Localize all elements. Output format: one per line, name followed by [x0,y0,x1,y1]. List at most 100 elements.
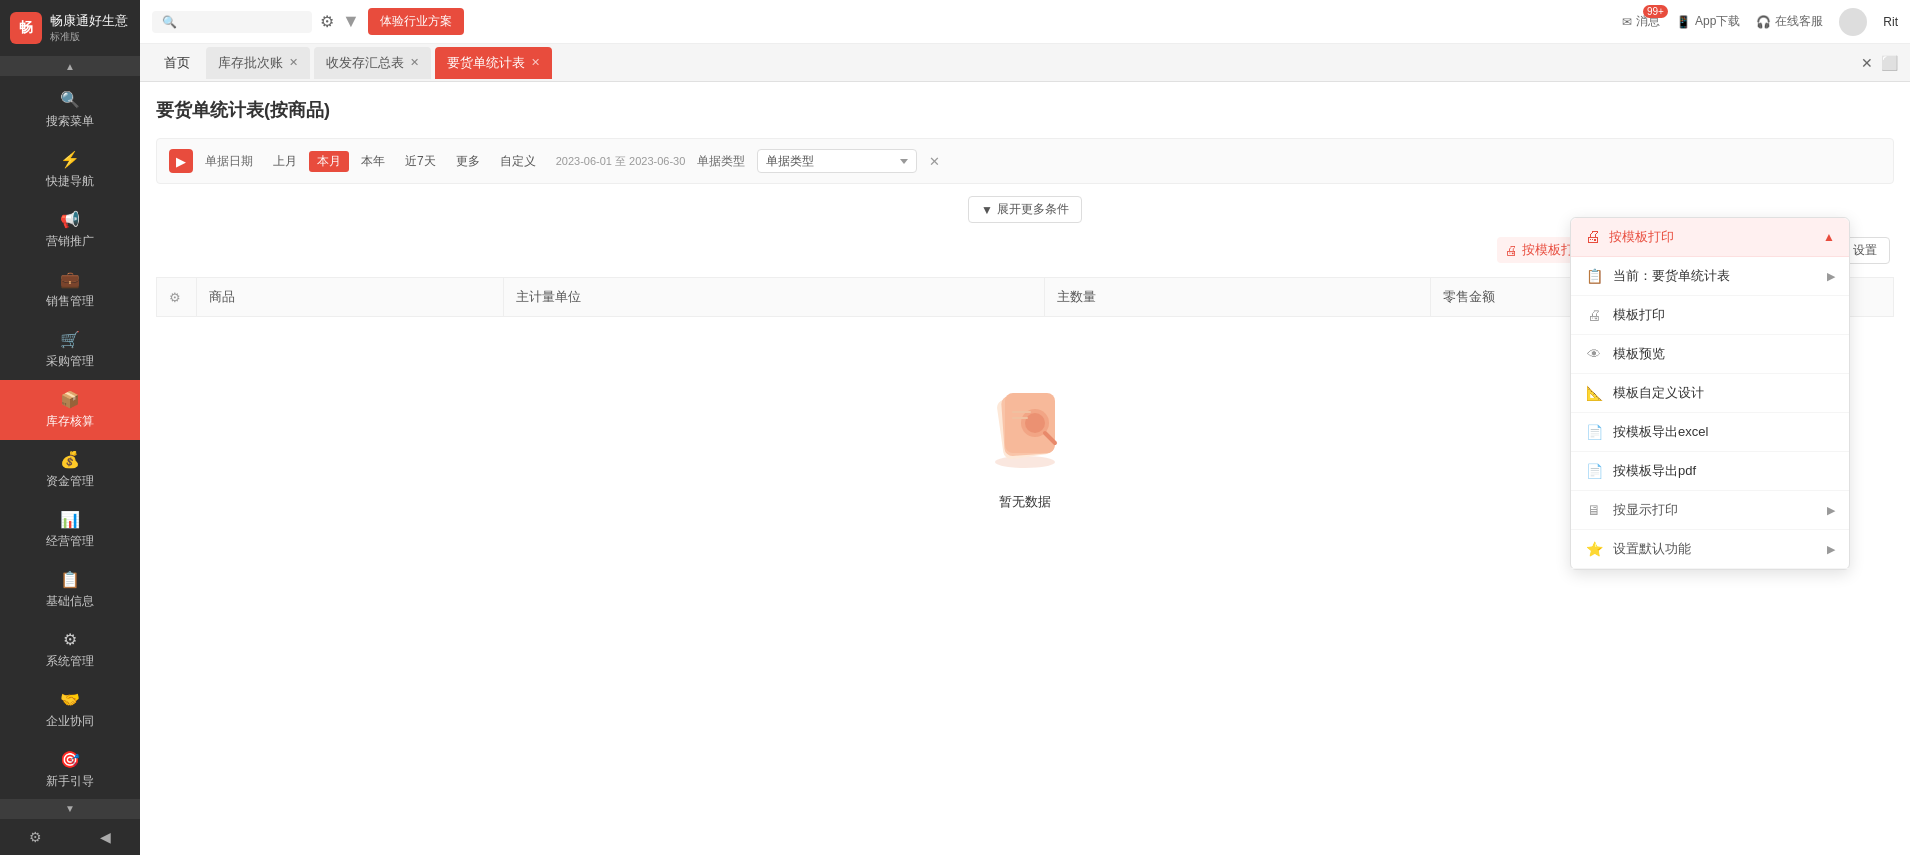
username-label: Rit [1883,15,1898,29]
tab-order-label: 要货单统计表 [447,54,525,72]
dropdown-panel: 🖨 按模板打印 ▲ 📋 当前：要货单统计表 ▶ 🖨 模板打印 👁 [1570,217,1850,570]
svg-point-0 [995,456,1055,468]
tab-batch-close[interactable]: ✕ [289,56,298,69]
guide-icon: 🎯 [60,750,80,769]
sidebar-item-purchase[interactable]: 🛒 采购管理 [0,320,140,380]
date-opt-current-month[interactable]: 本月 [309,151,349,172]
sidebar-item-label: 企业协同 [46,713,94,730]
col-settings: ⚙ [157,278,197,317]
col-quantity: 主数量 [1045,278,1430,317]
order-type-select[interactable]: 单据类型 [757,149,917,173]
sidebar-item-guide[interactable]: 🎯 新手引导 [0,740,140,799]
sidebar-item-base[interactable]: 📋 基础信息 [0,560,140,620]
search-glass-icon: 🔍 [162,15,177,29]
logo-text: 畅康通好生意 标准版 [50,13,128,43]
dropdown-header: 🖨 按模板打印 ▲ [1571,218,1849,257]
tab-batch[interactable]: 库存批次账 ✕ [206,47,310,79]
template-design-icon: 📐 [1585,385,1603,401]
sidebar-scroll-down[interactable]: ▼ [0,799,140,818]
dropdown-template-preview[interactable]: 👁 模板预览 [1571,335,1849,374]
industry-btn[interactable]: 体验行业方案 [368,8,464,35]
dropdown-export-excel[interactable]: 📄 按模板导出excel [1571,413,1849,452]
sidebar-item-label: 资金管理 [46,473,94,490]
logo-icon: 畅 [10,12,42,44]
app-download-btn[interactable]: 📱 App下载 [1676,13,1740,30]
tab-home[interactable]: 首页 [152,47,202,79]
collab-icon: 🤝 [60,690,80,709]
dropdown-current-label: 当前：要货单统计表 [1613,267,1730,285]
dropdown-collapse-icon[interactable]: ▲ [1823,230,1835,244]
sidebar-item-system[interactable]: ⚙ 系统管理 [0,620,140,680]
message-icon: ✉ [1622,15,1632,29]
messages-badge: 99+ [1643,5,1668,18]
topbar-gear-icon[interactable]: ⚙ [320,12,334,31]
tab-order-close[interactable]: ✕ [531,56,540,69]
online-service-btn[interactable]: 🎧 在线客服 [1756,13,1823,30]
template-print-icon: 🖨 [1585,307,1603,323]
sidebar-item-marketing[interactable]: 📢 营销推广 [0,200,140,260]
expand-more-btn[interactable]: ▼ 展开更多条件 [968,196,1082,223]
sidebar-item-label: 经营管理 [46,533,94,550]
sidebar-item-finance[interactable]: 💰 资金管理 [0,440,140,500]
online-service-label: 在线客服 [1775,13,1823,30]
sidebar-item-search[interactable]: 🔍 搜索菜单 [0,80,140,140]
order-type-clear-icon[interactable]: ✕ [929,154,940,169]
filter-expand-arrow[interactable]: ▶ [169,149,193,173]
date-opt-prev-month[interactable]: 上月 [265,151,305,172]
template-print-label: 模板打印 [1613,306,1665,324]
print-dropdown-icon: 🖨 [1585,228,1601,246]
dropdown-display-print[interactable]: 🖥 按显示打印 ▶ [1571,491,1849,530]
main-area: 🔍 ⚙ ▼ 体验行业方案 ✉ 消息 99+ 📱 App下载 🎧 在线客服 Rit [140,0,1910,855]
tabs-maximize-icon[interactable]: ⬜ [1881,55,1898,71]
sidebar-item-label: 新手引导 [46,773,94,790]
sidebar-item-operations[interactable]: 📊 经营管理 [0,500,140,560]
print-icon: 🖨 [1505,243,1518,258]
dropdown-template-print[interactable]: 🖨 模板打印 [1571,296,1849,335]
dropdown-export-pdf[interactable]: 📄 按模板导出pdf [1571,452,1849,491]
operations-icon: 📊 [60,510,80,529]
date-filter-label: 单据日期 [205,153,253,170]
export-pdf-icon: 📄 [1585,463,1603,479]
collapse-icon[interactable]: ◀ [100,829,111,845]
tab-order[interactable]: 要货单统计表 ✕ [435,47,552,79]
settings-footer-icon[interactable]: ⚙ [29,829,42,845]
topbar-search-box[interactable]: 🔍 [152,11,312,33]
page-content: 要货单统计表(按商品) ▶ 单据日期 上月 本月 本年 近7天 更多 自定义 2… [140,82,1910,855]
sidebar-item-label: 采购管理 [46,353,94,370]
sidebar-item-sales[interactable]: 💼 销售管理 [0,260,140,320]
order-type-label: 单据类型 [697,153,745,170]
table-settings-icon[interactable]: ⚙ [169,290,181,305]
sidebar-item-collab[interactable]: 🤝 企业协同 [0,680,140,740]
tab-receipt[interactable]: 收发存汇总表 ✕ [314,47,431,79]
export-excel-icon: 📄 [1585,424,1603,440]
user-avatar[interactable] [1839,8,1867,36]
dropdown-template-design[interactable]: 📐 模板自定义设计 [1571,374,1849,413]
phone-icon: 📱 [1676,15,1691,29]
topbar: 🔍 ⚙ ▼ 体验行业方案 ✉ 消息 99+ 📱 App下载 🎧 在线客服 Rit [140,0,1910,44]
quicknav-icon: ⚡ [60,150,80,169]
sidebar-item-label: 系统管理 [46,653,94,670]
col-unit: 主计量单位 [503,278,1045,317]
display-print-icon: 🖥 [1585,502,1603,518]
dropdown-header-right: ▲ [1823,230,1835,244]
dropdown-set-default[interactable]: ⭐ 设置默认功能 ▶ [1571,530,1849,569]
tabs-close-all-icon[interactable]: ✕ [1861,55,1873,71]
col-product: 商品 [197,278,504,317]
dropdown-current-template[interactable]: 📋 当前：要货单统计表 ▶ [1571,257,1849,296]
messages-btn[interactable]: ✉ 消息 99+ [1622,13,1660,30]
sales-icon: 💼 [60,270,80,289]
date-opt-more[interactable]: 更多 [448,151,488,172]
empty-icon [975,377,1075,477]
sidebar-scroll-up[interactable]: ▲ [0,57,140,76]
topbar-expand-icon[interactable]: ▼ [342,11,360,32]
sidebar-item-quicknav[interactable]: ⚡ 快捷导航 [0,140,140,200]
system-icon: ⚙ [63,630,77,649]
date-opt-custom[interactable]: 自定义 [492,151,544,172]
sidebar-item-inventory[interactable]: 📦 库存核算 [0,380,140,440]
expand-chevron-icon: ▼ [981,203,993,217]
tab-receipt-close[interactable]: ✕ [410,56,419,69]
display-print-arrow: ▶ [1827,504,1835,517]
date-opt-current-year[interactable]: 本年 [353,151,393,172]
template-preview-icon: 👁 [1585,346,1603,362]
date-opt-last7[interactable]: 近7天 [397,151,444,172]
